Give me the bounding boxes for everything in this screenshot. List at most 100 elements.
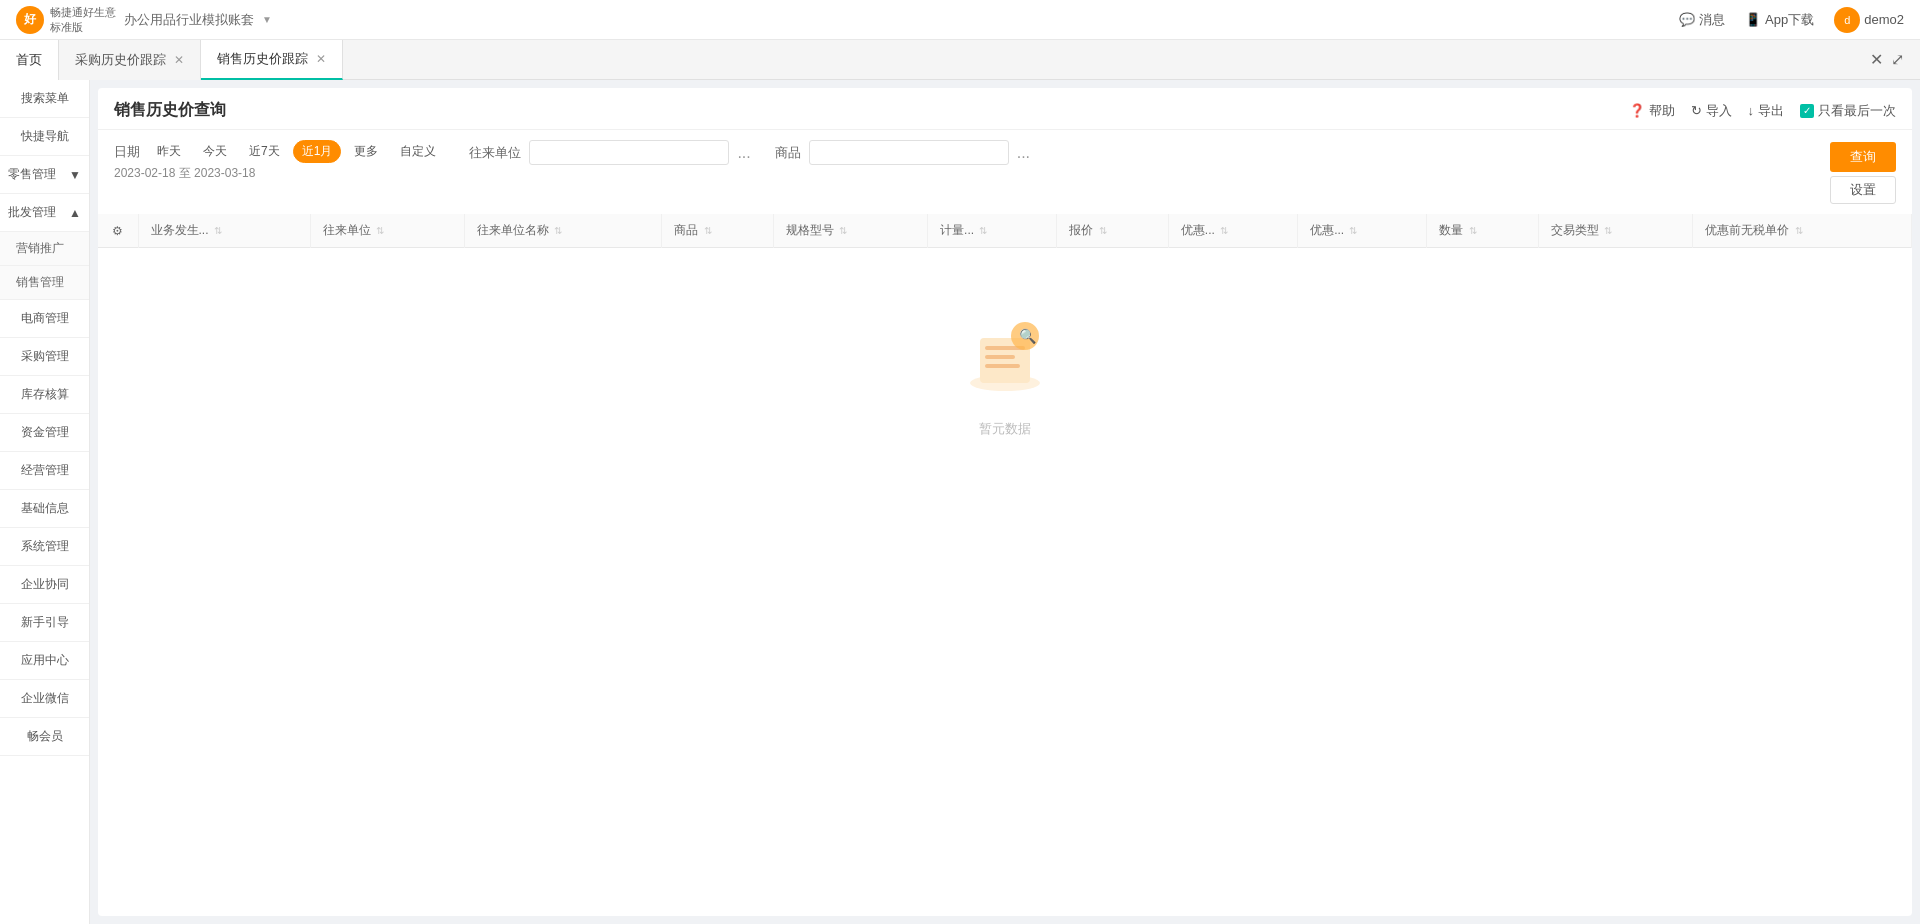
sidebar-item-finance[interactable]: 资金管理 [0, 414, 89, 452]
empty-text: 暂元数据 [979, 420, 1031, 438]
table-container: ⚙ 业务发生... ⇅ 往来单位 ⇅ 往来单位名称 ⇅ [98, 214, 1912, 916]
page-header: 销售历史价查询 ❓ 帮助 ↻ 导入 ↓ 导出 ✓ 只看最后一次 [98, 88, 1912, 130]
page-actions: ❓ 帮助 ↻ 导入 ↓ 导出 ✓ 只看最后一次 [1629, 102, 1897, 120]
col-settings[interactable]: ⚙ [98, 214, 138, 248]
sidebar-item-system[interactable]: 系统管理 [0, 528, 89, 566]
col-business-date[interactable]: 业务发生... ⇅ [138, 214, 310, 248]
sidebar-item-wholesale-mgmt[interactable]: 批发管理 ▲ [0, 194, 89, 232]
sidebar-item-retail-mgmt[interactable]: 零售管理 ▼ [0, 156, 89, 194]
app-selector[interactable]: 办公用品行业模拟账套 ▼ [124, 11, 272, 29]
sort-icon: ⇅ [1604, 225, 1612, 236]
chevron-down-icon: ▼ [69, 168, 81, 182]
product-dots-btn[interactable]: ... [1017, 144, 1030, 162]
sort-icon: ⇅ [1099, 225, 1107, 236]
col-spec[interactable]: 规格型号 ⇅ [773, 214, 927, 248]
col-pretax-price[interactable]: 优惠前无税单价 ⇅ [1693, 214, 1912, 248]
col-partner-code[interactable]: 往来单位 ⇅ [310, 214, 464, 248]
export-btn[interactable]: ↓ 导出 [1748, 102, 1785, 120]
col-partner-name[interactable]: 往来单位名称 ⇅ [465, 214, 662, 248]
sort-icon: ⇅ [1349, 225, 1357, 236]
col-quantity[interactable]: 数量 ⇅ [1427, 214, 1538, 248]
sidebar-item-basic-info[interactable]: 基础信息 [0, 490, 89, 528]
app-download-btn[interactable]: 📱 App下载 [1745, 11, 1814, 29]
col-transaction-type[interactable]: 交易类型 ⇅ [1538, 214, 1692, 248]
sidebar-item-enterprise-wechat[interactable]: 企业微信 [0, 680, 89, 718]
maximize-btn[interactable]: ⤢ [1891, 50, 1904, 69]
sidebar-item-app-center[interactable]: 应用中心 [0, 642, 89, 680]
partner-filter-inner: 往来单位 ... [469, 140, 750, 165]
user-profile[interactable]: d demo2 [1834, 7, 1904, 33]
svg-rect-4 [985, 364, 1020, 368]
sidebar-item-new-guide[interactable]: 新手引导 [0, 604, 89, 642]
help-icon: ❓ [1629, 103, 1645, 118]
col-quoted-price[interactable]: 报价 ⇅ [1057, 214, 1168, 248]
logo-area: 好 畅捷通好生意 标准版 [16, 5, 116, 34]
date-range-display: 2023-02-18 至 2023-03-18 [114, 165, 255, 182]
app-download-icon: 📱 [1745, 12, 1761, 27]
settings-button[interactable]: 设置 [1830, 176, 1896, 204]
empty-icon: 🔍 [955, 308, 1055, 408]
col-product[interactable]: 商品 ⇅ [662, 214, 773, 248]
tab-sales-history[interactable]: 销售历史价跟踪 ✕ [201, 40, 343, 80]
product-filter: 商品 ... [775, 140, 1030, 165]
sort-icon: ⇅ [554, 225, 562, 236]
date-btn-7days[interactable]: 近7天 [240, 140, 289, 163]
svg-text:🔍: 🔍 [1019, 328, 1037, 345]
sort-icon: ⇅ [839, 225, 847, 236]
sort-icon: ⇅ [704, 225, 712, 236]
date-btn-1month[interactable]: 近1月 [293, 140, 342, 163]
sidebar-item-enterprise-collab[interactable]: 企业协同 [0, 566, 89, 604]
date-btn-more[interactable]: 更多 [345, 140, 387, 163]
sidebar-item-search-menu[interactable]: 搜索菜单 [0, 80, 89, 118]
date-btn-custom[interactable]: 自定义 [391, 140, 445, 163]
partner-input[interactable] [529, 140, 729, 165]
col-discount2[interactable]: 优惠... ⇅ [1298, 214, 1427, 248]
message-icon: 💬 [1679, 12, 1695, 27]
sidebar-item-operations[interactable]: 经营管理 [0, 452, 89, 490]
sidebar-sub-sales-mgmt[interactable]: 销售管理 [0, 266, 89, 300]
tab-home[interactable]: 首页 [0, 40, 59, 80]
action-buttons: 查询 设置 [1830, 142, 1896, 204]
sort-icon: ⇅ [1795, 225, 1803, 236]
message-btn[interactable]: 💬 消息 [1679, 11, 1725, 29]
sidebar-item-inventory[interactable]: 库存核算 [0, 376, 89, 414]
top-bar: 好 畅捷通好生意 标准版 办公用品行业模拟账套 ▼ 💬 消息 📱 App下载 d… [0, 0, 1920, 40]
partner-filter: 往来单位 ... [469, 140, 750, 165]
product-filter-label: 商品 [775, 144, 801, 162]
sort-icon: ⇅ [376, 225, 384, 236]
query-button[interactable]: 查询 [1830, 142, 1896, 172]
filter-bar: 日期 昨天 今天 近7天 近1月 更多 自定义 2023-02-18 至 202… [98, 130, 1912, 214]
sidebar-item-member[interactable]: 畅会员 [0, 718, 89, 756]
col-unit[interactable]: 计量... ⇅ [928, 214, 1057, 248]
only-last-checkbox-group[interactable]: ✓ 只看最后一次 [1800, 102, 1896, 120]
date-btn-yesterday[interactable]: 昨天 [148, 140, 190, 163]
sidebar-item-purchase[interactable]: 采购管理 [0, 338, 89, 376]
import-btn[interactable]: ↻ 导入 [1691, 102, 1732, 120]
sort-icon: ⇅ [979, 225, 987, 236]
partner-dots-btn[interactable]: ... [737, 144, 750, 162]
sidebar-sub-marketing[interactable]: 营销推广 [0, 232, 89, 266]
main-layout: 搜索菜单 快捷导航 零售管理 ▼ 批发管理 ▲ 营销推广 销售管理 [0, 80, 1920, 924]
date-buttons: 昨天 今天 近7天 近1月 更多 自定义 [148, 140, 445, 163]
date-filter-inner: 日期 昨天 今天 近7天 近1月 更多 自定义 [114, 140, 445, 163]
date-filter: 日期 昨天 今天 近7天 近1月 更多 自定义 2023-02-18 至 202… [114, 140, 445, 182]
tab-purchase-history[interactable]: 采购历史价跟踪 ✕ [59, 40, 201, 80]
sidebar-item-ecommerce[interactable]: 电商管理 [0, 300, 89, 338]
product-input[interactable] [809, 140, 1009, 165]
sidebar-wholesale-children: 营销推广 销售管理 [0, 232, 89, 300]
tab-close-sales[interactable]: ✕ [316, 52, 326, 66]
sort-icon: ⇅ [1469, 225, 1477, 236]
date-btn-today[interactable]: 今天 [194, 140, 236, 163]
date-filter-label: 日期 [114, 143, 140, 161]
sidebar-item-quick-nav[interactable]: 快捷导航 [0, 118, 89, 156]
sidebar-group-wholesale: 批发管理 ▲ 营销推广 销售管理 [0, 194, 89, 300]
only-last-checkbox[interactable]: ✓ [1800, 104, 1814, 118]
tab-close-purchase[interactable]: ✕ [174, 53, 184, 67]
help-btn[interactable]: ❓ 帮助 [1629, 102, 1675, 120]
logo-icon: 好 [16, 6, 44, 34]
close-window-btn[interactable]: ✕ [1870, 50, 1883, 69]
sort-icon: ⇅ [1220, 225, 1228, 236]
avatar: d [1834, 7, 1860, 33]
col-discount1[interactable]: 优惠... ⇅ [1168, 214, 1297, 248]
logo-text: 畅捷通好生意 标准版 [50, 5, 116, 34]
